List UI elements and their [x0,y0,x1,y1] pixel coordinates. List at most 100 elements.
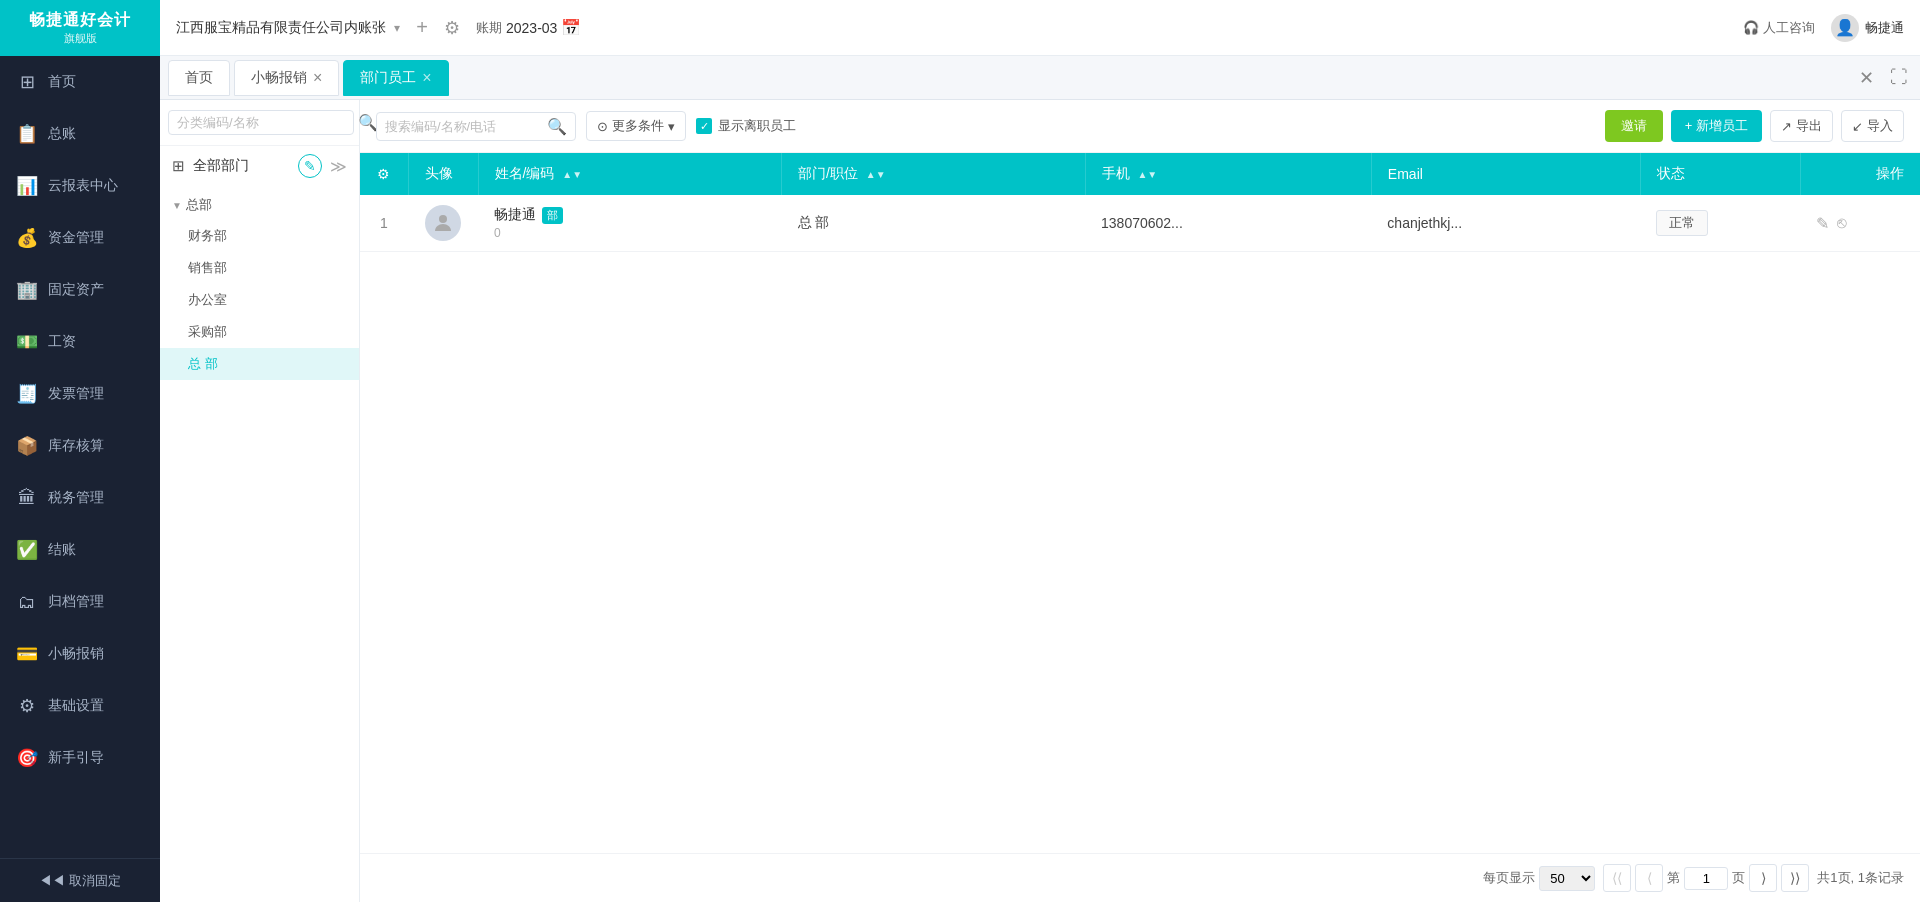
sidebar-logo[interactable]: 畅捷通好会计 旗舰版 [0,0,160,56]
grid-icon: ⊞ [172,157,185,175]
sidebar-item-库存核算[interactable]: 📦 库存核算 [0,420,160,472]
td-phone: 138070602... [1085,195,1371,252]
nav-icon: 📋 [16,123,38,145]
employee-search-input[interactable] [385,119,543,134]
nav-icon: 📊 [16,175,38,197]
nav-icon: 🗂 [16,592,38,613]
settings-icon[interactable]: ⚙ [377,166,390,182]
sidebar-item-云报表中心[interactable]: 📊 云报表中心 [0,160,160,212]
topbar-service-label: 人工咨询 [1763,19,1815,37]
dept-item-zongbu[interactable]: 总 部 [160,348,359,380]
employee-search-box[interactable]: 🔍 [376,112,576,141]
page-suffix: 页 [1732,869,1745,887]
sidebar-item-固定资产[interactable]: 🏢 固定资产 [0,264,160,316]
per-page-label: 每页显示 [1483,869,1535,887]
invite-button[interactable]: 邀请 [1605,110,1663,142]
th-dept[interactable]: 部门/职位 ▲▼ [782,153,1086,195]
sidebar-item-小畅报销[interactable]: 💳 小畅报销 [0,628,160,680]
dept-collapse-button[interactable]: ≫ [330,157,347,176]
nav-icon: 💰 [16,227,38,249]
th-phone[interactable]: 手机 ▲▼ [1085,153,1371,195]
dept-header[interactable]: ⊞ 全部部门 ✎ ≫ [160,146,359,186]
main: 🔍 ⊞ 全部部门 ✎ ≫ ▼ 总部 财务部 销售部 办公室 采购部 总 部 🔍 [160,100,1920,902]
tab-dept-employee[interactable]: 部门员工 × [343,60,448,96]
page-nav: ⟨⟨ ⟨ 第 页 ⟩ ⟩⟩ [1603,864,1809,892]
topbar-period-label: 账期 [476,19,502,37]
dept-edit-button[interactable]: ✎ [298,154,322,178]
tab-home-label: 首页 [185,69,213,87]
filter-button[interactable]: ⊙ 更多条件 ▾ [586,111,686,141]
tab-home[interactable]: 首页 [168,60,230,96]
dept-item-bangong[interactable]: 办公室 [160,284,359,316]
tabbar-expand-button[interactable]: ⛶ [1886,63,1912,93]
tab-dept-close[interactable]: × [422,70,431,86]
nav-icon: 🏢 [16,279,38,301]
dept-item-xiaoshou[interactable]: 销售部 [160,252,359,284]
tab-xiaochang-close[interactable]: × [313,70,322,86]
nav-label: 云报表中心 [48,177,118,195]
nav-label: 结账 [48,541,76,559]
edit-button[interactable]: ✎ [1816,214,1829,233]
topbar-dropdown-icon[interactable]: ▾ [394,21,400,35]
dept-search-input[interactable] [168,110,354,135]
import-button[interactable]: ↙ 导入 [1841,110,1904,142]
th-email: Email [1371,153,1640,195]
sidebar-item-发票管理[interactable]: 🧾 发票管理 [0,368,160,420]
export-button[interactable]: ↗ 导出 [1770,110,1833,142]
import-icon: ↙ [1852,119,1863,134]
sidebar-item-归档管理[interactable]: 🗂 归档管理 [0,576,160,628]
dept-section-zongbu[interactable]: ▼ 总部 [160,190,359,220]
table-header-row: ⚙ 头像 姓名/编码 ▲▼ 部门/职位 ▲▼ 手机 [360,153,1920,195]
page-input[interactable] [1684,867,1728,890]
add-employee-button[interactable]: + 新增员工 [1671,110,1762,142]
sidebar-item-首页[interactable]: ⊞ 首页 [0,56,160,108]
tabbar-close-button[interactable]: ✕ [1855,63,1878,93]
tab-xiaochang-report[interactable]: 小畅报销 × [234,60,339,96]
page-last-button[interactable]: ⟩⟩ [1781,864,1809,892]
page-next-button[interactable]: ⟩ [1749,864,1777,892]
nav-label: 基础设置 [48,697,104,715]
action-buttons: ✎ ⎋ [1816,214,1904,233]
sidebar-item-新手引导[interactable]: 🎯 新手引导 [0,732,160,784]
employee-search-icon[interactable]: 🔍 [547,117,567,136]
sidebar-footer[interactable]: ◀◀ 取消固定 [0,858,160,902]
page-prev-button[interactable]: ⟨ [1635,864,1663,892]
show-resigned-checkbox[interactable]: ✓ [696,118,712,134]
nav-icon: 🧾 [16,383,38,405]
topbar-company[interactable]: 江西服宝精品有限责任公司内账张 [176,19,386,37]
dept-item-caiwu[interactable]: 财务部 [160,220,359,252]
export-label: 导出 [1796,117,1822,135]
sidebar-item-工资[interactable]: 💵 工资 [0,316,160,368]
nav-label: 工资 [48,333,76,351]
topbar-user[interactable]: 👤 畅捷通 [1831,14,1904,42]
sidebar-item-结账[interactable]: ✅ 结账 [0,524,160,576]
nav-label: 总账 [48,125,76,143]
topbar-avatar: 👤 [1831,14,1859,42]
employee-code: 0 [494,226,766,240]
dept-item-caigou[interactable]: 采购部 [160,316,359,348]
filter-label: 更多条件 [612,117,664,135]
logo-sub: 旗舰版 [64,31,97,46]
nav-label: 固定资产 [48,281,104,299]
filter-icon: ⊙ [597,119,608,134]
tabbar-right: ✕ ⛶ [1855,63,1912,93]
topbar-settings-icon[interactable]: ⚙ [444,17,460,39]
page-first-button[interactable]: ⟨⟨ [1603,864,1631,892]
sidebar-item-资金管理[interactable]: 💰 资金管理 [0,212,160,264]
show-resigned-toggle[interactable]: ✓ 显示离职员工 [696,117,796,135]
per-page-dropdown[interactable]: 50 10 20 100 [1539,866,1595,891]
topbar-calendar-icon[interactable]: 📅 [561,18,581,37]
user-icon: 👤 [1835,18,1855,37]
sidebar-item-税务管理[interactable]: 🏛 税务管理 [0,472,160,524]
sidebar-item-总账[interactable]: 📋 总账 [0,108,160,160]
topbar-add-button[interactable]: + [408,14,436,42]
table-row: 1 畅捷通 [360,195,1920,252]
employee-name-row: 畅捷通 部 [494,206,766,224]
sidebar-item-基础设置[interactable]: ⚙ 基础设置 [0,680,160,732]
topbar-period-value[interactable]: 2023-03 [506,20,557,36]
page-label: 第 [1667,869,1680,887]
th-name[interactable]: 姓名/编码 ▲▼ [478,153,782,195]
logout-button[interactable]: ⎋ [1837,214,1847,232]
topbar-service-button[interactable]: 🎧 人工咨询 [1743,19,1815,37]
th-avatar: 头像 [408,153,478,195]
